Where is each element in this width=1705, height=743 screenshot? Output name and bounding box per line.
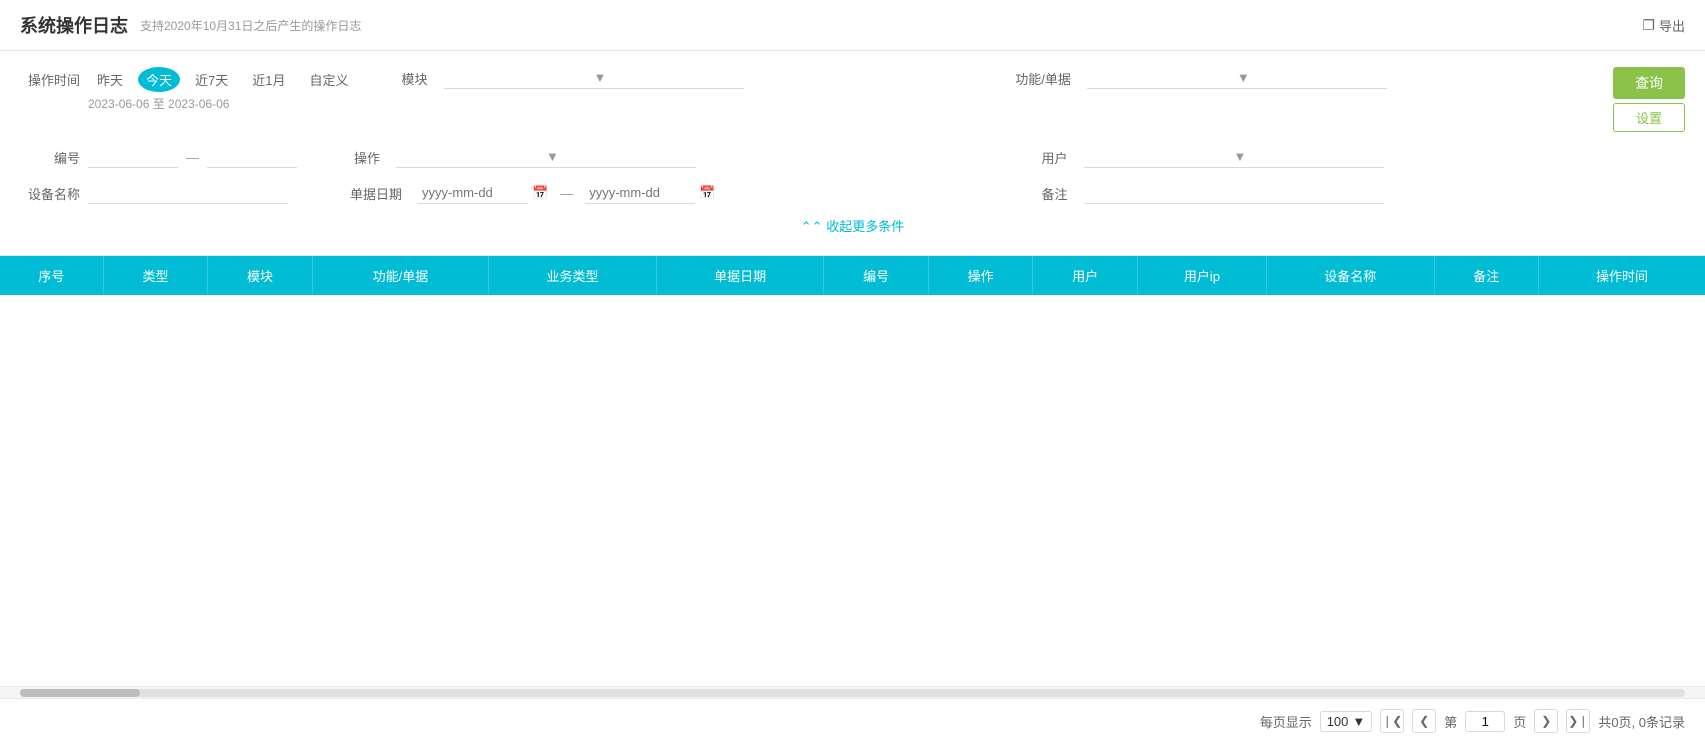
page-number-input[interactable] [1465,711,1505,732]
function-label: 功能/单据 [1015,69,1071,88]
page-size-select[interactable]: 100 ▼ [1320,711,1373,732]
user-chevron-icon: ▼ [1234,149,1380,164]
operation-label: 操作 [350,148,380,167]
first-page-button[interactable]: ❘❮ [1380,709,1404,733]
empty-area [0,326,1705,686]
col-user: 用户 [1033,256,1137,295]
calendar-to-icon[interactable]: 📅 [699,185,715,201]
user-select[interactable]: ▼ [1084,146,1384,168]
voucher-date-from-input[interactable] [418,182,528,204]
time-btn-7days[interactable]: 近7天 [186,67,237,92]
export-button[interactable]: ❐ 导出 [1642,16,1685,35]
export-icon: ❐ [1642,17,1655,34]
scrollbar-thumb[interactable] [20,689,140,697]
time-date-range: 2023-06-06 至 2023-06-06 [88,97,229,111]
page-subtitle: 支持2020年10月31日之后产生的操作日志 [140,17,361,34]
col-biztype: 业务类型 [489,256,657,295]
remark-input[interactable] [1084,182,1384,204]
per-page-label: 每页显示 [1260,712,1312,731]
module-chevron-icon: ▼ [594,70,740,85]
pagination: 每页显示 100 ▼ ❘❮ ❮ 第 页 ❯ ❯❘ 共0页, 0条记录 [0,698,1705,743]
col-voucherdate: 单据日期 [656,256,824,295]
export-label: 导出 [1659,16,1685,35]
remark-label: 备注 [1038,184,1068,203]
time-btn-today[interactable]: 今天 [138,67,180,92]
collapse-label: 收起更多条件 [826,219,904,234]
page-title: 系统操作日志 [20,12,128,38]
voucher-date-to-input[interactable] [585,182,695,204]
device-label: 设备名称 [20,184,80,203]
number-to-input[interactable] [207,146,297,168]
page-label: 第 [1444,712,1457,731]
col-number: 编号 [824,256,928,295]
time-label: 操作时间 [20,70,80,89]
col-userip: 用户ip [1137,256,1266,295]
col-device: 设备名称 [1266,256,1434,295]
operation-chevron-icon: ▼ [546,149,692,164]
col-optime: 操作时间 [1539,256,1705,295]
number-from-input[interactable] [88,146,178,168]
collapse-chevron-icon: ⌃⌃ [801,219,823,234]
number-dash: — [186,150,199,165]
number-label: 编号 [20,148,80,167]
user-label: 用户 [1038,148,1068,167]
collapse-button[interactable]: ⌃⌃ 收起更多条件 [801,216,904,235]
calendar-from-icon[interactable]: 📅 [532,185,548,201]
last-page-button[interactable]: ❯❘ [1566,709,1590,733]
col-type: 类型 [103,256,207,295]
next-page-button[interactable]: ❯ [1534,709,1558,733]
module-label: 模块 [398,69,428,88]
scrollbar-track [20,689,1685,697]
table-container: 序号 类型 模块 功能/单据 业务类型 单据日期 编号 操作 用户 用户ip 设… [0,256,1705,326]
function-select[interactable]: ▼ [1087,67,1387,89]
time-buttons: 昨天 今天 近7天 近1月 自定义 [88,67,358,92]
action-buttons: 查询 设置 [1613,67,1685,132]
col-module: 模块 [208,256,312,295]
scrollbar-area[interactable] [0,686,1705,698]
time-btn-1month[interactable]: 近1月 [243,67,294,92]
col-seq: 序号 [0,256,103,295]
function-chevron-icon: ▼ [1237,70,1383,85]
data-table: 序号 类型 模块 功能/单据 业务类型 单据日期 编号 操作 用户 用户ip 设… [0,256,1705,295]
time-btn-custom[interactable]: 自定义 [301,67,358,92]
table-header-row: 序号 类型 模块 功能/单据 业务类型 单据日期 编号 操作 用户 用户ip 设… [0,256,1705,295]
query-button[interactable]: 查询 [1613,67,1685,99]
page-size-chevron-icon: ▼ [1352,714,1365,729]
module-select[interactable]: ▼ [444,67,744,89]
col-operation: 操作 [928,256,1032,295]
time-btn-yesterday[interactable]: 昨天 [88,67,132,92]
page-suffix: 页 [1513,712,1526,731]
col-function: 功能/单据 [312,256,488,295]
device-input[interactable] [88,182,288,204]
operation-select[interactable]: ▼ [396,146,696,168]
voucher-date-label: 单据日期 [350,184,402,203]
settings-button[interactable]: 设置 [1613,103,1685,132]
total-info: 共0页, 0条记录 [1598,712,1685,731]
col-remark: 备注 [1434,256,1538,295]
prev-page-button[interactable]: ❮ [1412,709,1436,733]
page-size-value: 100 [1327,714,1349,729]
